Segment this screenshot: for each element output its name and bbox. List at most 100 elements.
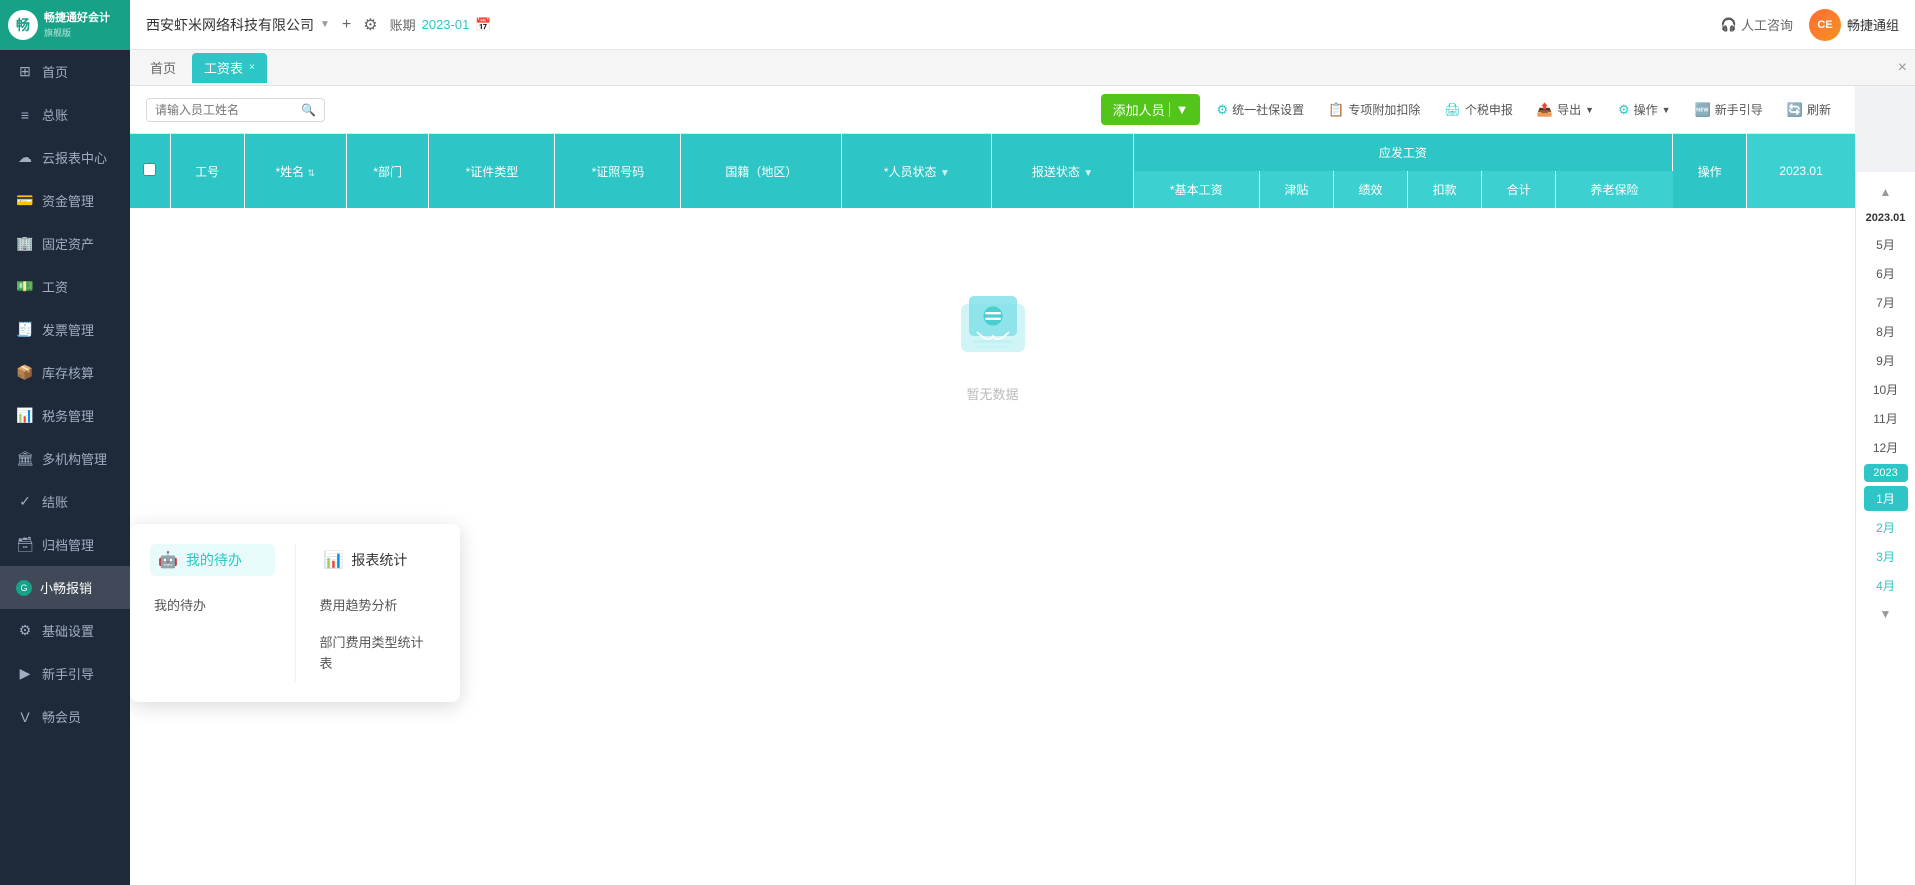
id-type-header: *证件类型 — [429, 134, 555, 208]
timeline-month-1[interactable]: 1月 — [1864, 486, 1908, 511]
select-all-checkbox[interactable] — [143, 163, 156, 176]
timeline-month-2[interactable]: 2月 — [1864, 515, 1908, 540]
timeline-month-7[interactable]: 7月 — [1864, 290, 1908, 315]
report-status-filter-icon[interactable]: ▼ — [1083, 168, 1093, 179]
content-area: 🔍 添加人员 ▼ ⚙ 统一社保设置 📋 专项附加扣除 — [130, 86, 1855, 885]
operate-action[interactable]: ⚙ 操作 ▼ — [1610, 97, 1679, 122]
popup-item-dept-expense[interactable]: 部门费用类型统计表 — [316, 625, 441, 683]
popup-item-my-pending[interactable]: 我的待办 — [150, 588, 275, 625]
toolbar: 🔍 添加人员 ▼ ⚙ 统一社保设置 📋 专项附加扣除 — [130, 86, 1855, 134]
sidebar-item-invoice[interactable]: 🧾 发票管理 — [0, 308, 130, 351]
invoice-icon: 🧾 — [16, 321, 34, 338]
asset-icon: 🏢 — [16, 235, 34, 252]
sidebar-item-archive[interactable]: 🗃 归档管理 — [0, 523, 130, 566]
popup-col1-title[interactable]: 🤖 我的待办 — [150, 544, 275, 576]
xiao-chang-icon: G — [16, 580, 32, 596]
service-button[interactable]: 🎧 人工咨询 — [1721, 15, 1793, 34]
new-guide-action[interactable]: 🆕 新手引导 — [1687, 97, 1771, 122]
timeline-month-9[interactable]: 9月 — [1864, 348, 1908, 373]
nationality-header: 国籍（地区） — [681, 134, 842, 208]
sidebar-item-basic[interactable]: ⚙ 基础设置 — [0, 609, 130, 652]
tab-salary-table[interactable]: 工资表 × — [192, 53, 267, 83]
sidebar-item-salary[interactable]: 💵 工资 — [0, 265, 130, 308]
timeline-month-5[interactable]: 5月 — [1864, 232, 1908, 257]
timeline-month-6[interactable]: 6月 — [1864, 261, 1908, 286]
person-status-filter-icon[interactable]: ▼ — [940, 168, 950, 179]
refresh-action[interactable]: 🔄 刷新 — [1779, 97, 1839, 122]
salary-icon: 💵 — [16, 278, 34, 295]
timeline-month-8[interactable]: 8月 — [1864, 319, 1908, 344]
add-company-icon[interactable]: + — [342, 16, 351, 34]
id-no-header: *证照号码 — [555, 134, 681, 208]
sidebar-item-fund[interactable]: 💳 资金管理 — [0, 179, 130, 222]
sidebar-item-xiao-chang[interactable]: G 小畅报销 — [0, 566, 130, 609]
export-action[interactable]: 📤 导出 ▼ — [1529, 97, 1602, 122]
actions-col-header: 操作 — [1673, 134, 1747, 208]
sidebar-item-ledger[interactable]: ≡ 总账 — [0, 93, 130, 136]
pending-icon: 🤖 — [158, 550, 178, 570]
basic-icon: ⚙ — [16, 622, 34, 639]
main-content: 西安虾米网络科技有限公司 ▼ + ⚙ 账期 2023-01 📅 🎧 人工咨询 C… — [130, 0, 1915, 885]
sidebar-item-inventory[interactable]: 📦 库存核算 — [0, 351, 130, 394]
sidebar-item-vip[interactable]: V 畅会员 — [0, 695, 130, 738]
popup-col-report: 📊 报表统计 费用趋势分析 部门费用类型统计表 — [316, 544, 441, 682]
settle-icon: ✓ — [16, 493, 34, 510]
top-bar: 西安虾米网络科技有限公司 ▼ + ⚙ 账期 2023-01 📅 🎧 人工咨询 C… — [130, 0, 1915, 50]
calendar-icon[interactable]: 📅 — [475, 17, 491, 33]
social-insurance-action[interactable]: ⚙ 统一社保设置 — [1208, 97, 1312, 122]
ledger-icon: ≡ — [16, 107, 34, 123]
dept-header: *部门 — [346, 134, 429, 208]
timeline-month-3[interactable]: 3月 — [1864, 544, 1908, 569]
multi-org-icon: 🏛 — [16, 450, 34, 467]
settings-icon[interactable]: ⚙ — [363, 15, 377, 35]
tax-icon: 📊 — [16, 407, 34, 424]
sidebar-item-guide[interactable]: ▶ 新手引导 — [0, 652, 130, 695]
tab-close-icon[interactable]: × — [249, 62, 255, 73]
sidebar-item-home[interactable]: ⊞ 首页 — [0, 50, 130, 93]
fund-icon: 💳 — [16, 192, 34, 209]
company-selector[interactable]: 西安虾米网络科技有限公司 ▼ — [146, 15, 330, 35]
logo-text: 畅捷通好会计 旗舰版 — [44, 11, 110, 38]
timeline-up-arrow[interactable]: ▲ — [1874, 180, 1898, 204]
sidebar-item-multi-org[interactable]: 🏛 多机构管理 — [0, 437, 130, 480]
app-logo: 畅 畅捷通好会计 旗舰版 — [0, 0, 130, 50]
current-year-badge: 2023 — [1864, 464, 1908, 482]
sidebar-item-cloud-report[interactable]: ☁ 云报表中心 — [0, 136, 130, 179]
sidebar-item-tax[interactable]: 📊 税务管理 — [0, 394, 130, 437]
popup-menu: 🤖 我的待办 我的待办 📊 报表统计 — [130, 524, 460, 702]
toolbar-right: 添加人员 ▼ ⚙ 统一社保设置 📋 专项附加扣除 🖨 个税申报 — [1101, 94, 1839, 125]
name-header: *姓名 ⇅ — [244, 134, 346, 208]
allowance-header: 津贴 — [1259, 171, 1333, 208]
user-info[interactable]: CE 畅捷通组 — [1809, 9, 1899, 41]
add-person-button[interactable]: 添加人员 ▼ — [1101, 94, 1201, 125]
timeline-month-4[interactable]: 4月 — [1864, 573, 1908, 598]
timeline-month-12[interactable]: 12月 — [1864, 435, 1908, 460]
deduction-header: 扣款 — [1408, 171, 1482, 208]
cloud-icon: ☁ — [16, 149, 34, 166]
person-status-header: *人员状态 ▼ — [842, 134, 992, 208]
report-icon: 📊 — [324, 550, 344, 570]
popup-item-expense-trend[interactable]: 费用趋势分析 — [316, 588, 441, 625]
search-input[interactable] — [155, 103, 295, 117]
special-deduction-action[interactable]: 📋 专项附加扣除 — [1320, 97, 1428, 122]
sidebar-nav: ⊞ 首页 ≡ 总账 ☁ 云报表中心 💳 资金管理 🏢 固定资产 💵 工资 🧾 发… — [0, 50, 130, 885]
pension-header: 养老保险 — [1556, 171, 1673, 208]
sidebar: 畅 畅捷通好会计 旗舰版 ⊞ 首页 ≡ 总账 ☁ 云报表中心 💳 资金管理 🏢 … — [0, 0, 130, 885]
sidebar-item-fixed-asset[interactable]: 🏢 固定资产 — [0, 222, 130, 265]
name-sort-icon[interactable]: ⇅ — [308, 168, 316, 178]
table-container: 工号 *姓名 ⇅ *部门 *证件类型 — [130, 134, 1855, 885]
panel-close-button[interactable]: × — [1898, 59, 1907, 77]
search-icon: 🔍 — [301, 103, 316, 117]
sidebar-item-settle[interactable]: ✓ 结账 — [0, 480, 130, 523]
popup-col2-title[interactable]: 📊 报表统计 — [316, 544, 441, 576]
tab-home[interactable]: 首页 — [138, 53, 188, 83]
headset-icon: 🎧 — [1721, 17, 1737, 33]
timeline-month-10[interactable]: 10月 — [1864, 377, 1908, 402]
add-person-dropdown-icon[interactable]: ▼ — [1169, 102, 1189, 117]
timeline-month-11[interactable]: 11月 — [1864, 406, 1908, 431]
inventory-icon: 📦 — [16, 364, 34, 381]
timeline-down-arrow[interactable]: ▼ — [1874, 602, 1898, 626]
tax-report-action[interactable]: 🖨 个税申报 — [1436, 97, 1521, 122]
timeline-panel: ▲ 2023.01 5月 6月 7月 8月 9月 10月 11月 12月 202… — [1855, 172, 1915, 885]
empty-state: 暂无数据 — [130, 208, 1855, 483]
